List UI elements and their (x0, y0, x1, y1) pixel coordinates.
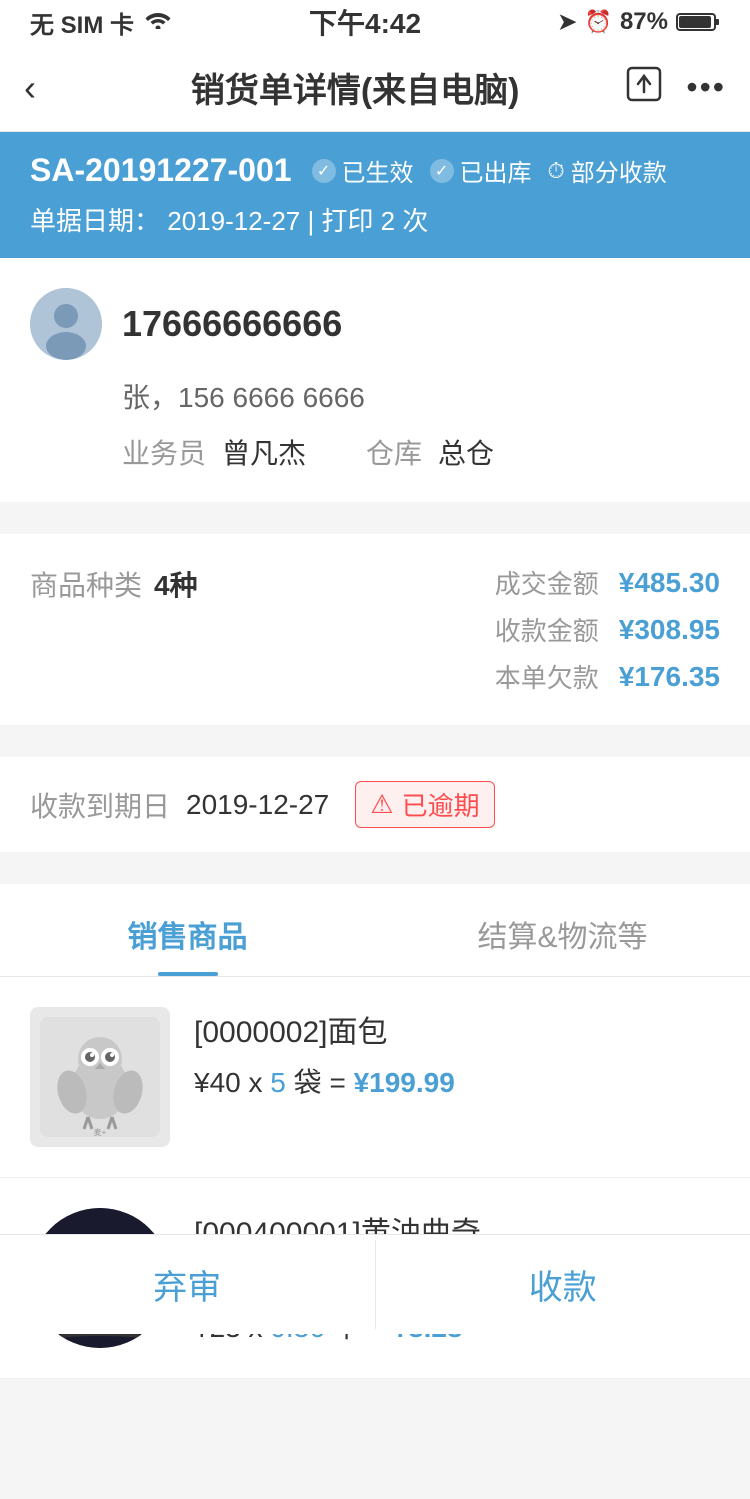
nav-actions: ••• (626, 66, 726, 110)
product-count-label: 商品种类 (30, 564, 142, 604)
battery-icon (676, 11, 720, 33)
owed-label: 本单欠款 (495, 658, 599, 695)
customer-section: 17666666666 张，156 6666 6666 业务员 曾凡杰 仓库 总… (0, 258, 750, 502)
warehouse-value: 总仓 (438, 432, 494, 472)
product-price-row-1: ¥40 x 5 袋 = ¥199.99 (194, 1061, 720, 1101)
due-label: 收款到期日 (30, 785, 170, 825)
customer-avatar (30, 288, 102, 360)
nav-bar: ‹ 销货单详情(来自电脑) ••• (0, 44, 750, 132)
status-partial-text: 部分收款 (571, 153, 667, 188)
section-divider-2 (0, 741, 750, 757)
overdue-icon: ⚠ (370, 789, 393, 820)
tabs-section: 销售商品 结算&物流等 (0, 884, 750, 977)
financial-amounts: 成交金额 ¥485.30 收款金额 ¥308.95 本单欠款 ¥176.35 (495, 564, 720, 695)
date-label: 单据日期： (30, 206, 160, 236)
amount-row-owed: 本单欠款 ¥176.35 (495, 658, 720, 695)
payment-button[interactable]: 收款 (376, 1240, 750, 1329)
product-image-1: 麦+ (30, 1007, 170, 1147)
order-date: 2019-12-27 (167, 206, 300, 236)
carrier-text: 无 SIM 卡 (30, 5, 134, 40)
check-icon-2: ✓ (430, 159, 454, 183)
status-shipped: ✓ 已出库 (430, 153, 532, 188)
clock-icon: ⏱ (548, 158, 565, 184)
bottom-bar: 弃审 收款 (0, 1234, 750, 1334)
product-count-value: 4种 (154, 564, 198, 604)
due-date: 2019-12-27 (186, 789, 329, 821)
status-left: 无 SIM 卡 (30, 5, 172, 40)
order-header: SA-20191227-001 ✓ 已生效 ✓ 已出库 ⏱ 部分收款 单据日期：… (0, 132, 750, 258)
more-button[interactable]: ••• (686, 69, 726, 106)
status-bar: 无 SIM 卡 下午4:42 ➤ ⏰ 87% (0, 0, 750, 44)
received-value: ¥308.95 (619, 614, 720, 646)
customer-id: 17666666666 (122, 303, 342, 345)
check-icon-1: ✓ (312, 159, 336, 183)
back-button[interactable]: ‹ (24, 67, 84, 109)
product-price-1: ¥40 (194, 1067, 241, 1098)
alarm-icon: ⏰ (585, 9, 612, 35)
product-unit-1: 袋 (294, 1067, 322, 1098)
sales-person-label: 业务员 (122, 432, 206, 472)
tab-sales-products[interactable]: 销售商品 (0, 884, 375, 976)
time-display: 下午4:42 (309, 2, 421, 42)
product-details-1: [0000002]面包 ¥40 x 5 袋 = ¥199.99 (194, 1007, 720, 1101)
payment-due-section: 收款到期日 2019-12-27 ⚠ 已逾期 (0, 757, 750, 852)
location-icon: ➤ (558, 9, 576, 35)
status-right: ➤ ⏰ 87% (558, 8, 720, 36)
status-tags: ✓ 已生效 ✓ 已出库 ⏱ 部分收款 (312, 153, 667, 188)
tab-settlement-label: 结算&物流等 (477, 921, 647, 954)
financial-section: 商品种类 4种 成交金额 ¥485.30 收款金额 ¥308.95 本单欠款 ¥… (0, 534, 750, 725)
overdue-badge: ⚠ 已逾期 (355, 781, 494, 828)
reject-button[interactable]: 弃审 (0, 1240, 376, 1329)
battery-text: 87% (620, 8, 668, 36)
customer-contact: 张，156 6666 6666 (30, 376, 720, 416)
product-count: 商品种类 4种 (30, 564, 198, 604)
section-divider-3 (0, 868, 750, 884)
received-label: 收款金额 (495, 611, 599, 648)
product-item: 麦+ [0000002]面包 ¥40 x 5 袋 = ¥199.99 (0, 977, 750, 1178)
status-effective-text: 已生效 (342, 153, 414, 188)
product-qty-1: 5 (270, 1067, 286, 1098)
amount-row-received: 收款金额 ¥308.95 (495, 611, 720, 648)
customer-top: 17666666666 (30, 288, 720, 360)
tab-settlement[interactable]: 结算&物流等 (375, 884, 750, 976)
tab-sales-label: 销售商品 (128, 921, 248, 954)
financial-top: 商品种类 4种 成交金额 ¥485.30 收款金额 ¥308.95 本单欠款 ¥… (30, 564, 720, 695)
owed-value: ¥176.35 (619, 661, 720, 693)
product-name-1: [0000002]面包 (194, 1007, 720, 1051)
amount-value: ¥485.30 (619, 567, 720, 599)
svg-text:麦+: 麦+ (94, 1127, 107, 1137)
print-info: | 打印 2 次 (307, 206, 428, 236)
product-total-1: ¥199.99 (354, 1067, 455, 1098)
overdue-text: 已逾期 (402, 786, 480, 823)
bottom-spacer (0, 1379, 750, 1499)
amount-label: 成交金额 (495, 564, 599, 601)
warehouse-label: 仓库 (366, 432, 422, 472)
status-effective: ✓ 已生效 (312, 153, 414, 188)
wifi-icon (144, 8, 172, 36)
status-shipped-text: 已出库 (460, 153, 532, 188)
sales-person-value: 曾凡杰 (222, 432, 306, 472)
status-partial-payment: ⏱ 部分收款 (548, 153, 667, 188)
order-id: SA-20191227-001 (30, 152, 292, 189)
section-divider-1 (0, 518, 750, 534)
page-title: 销货单详情(来自电脑) (191, 63, 520, 112)
tabs-row: 销售商品 结算&物流等 (0, 884, 750, 977)
amount-row-total: 成交金额 ¥485.30 (495, 564, 720, 601)
order-date-row: 单据日期： 2019-12-27 | 打印 2 次 (30, 201, 720, 238)
share-button[interactable] (626, 66, 662, 110)
customer-meta: 业务员 曾凡杰 仓库 总仓 (30, 432, 720, 472)
